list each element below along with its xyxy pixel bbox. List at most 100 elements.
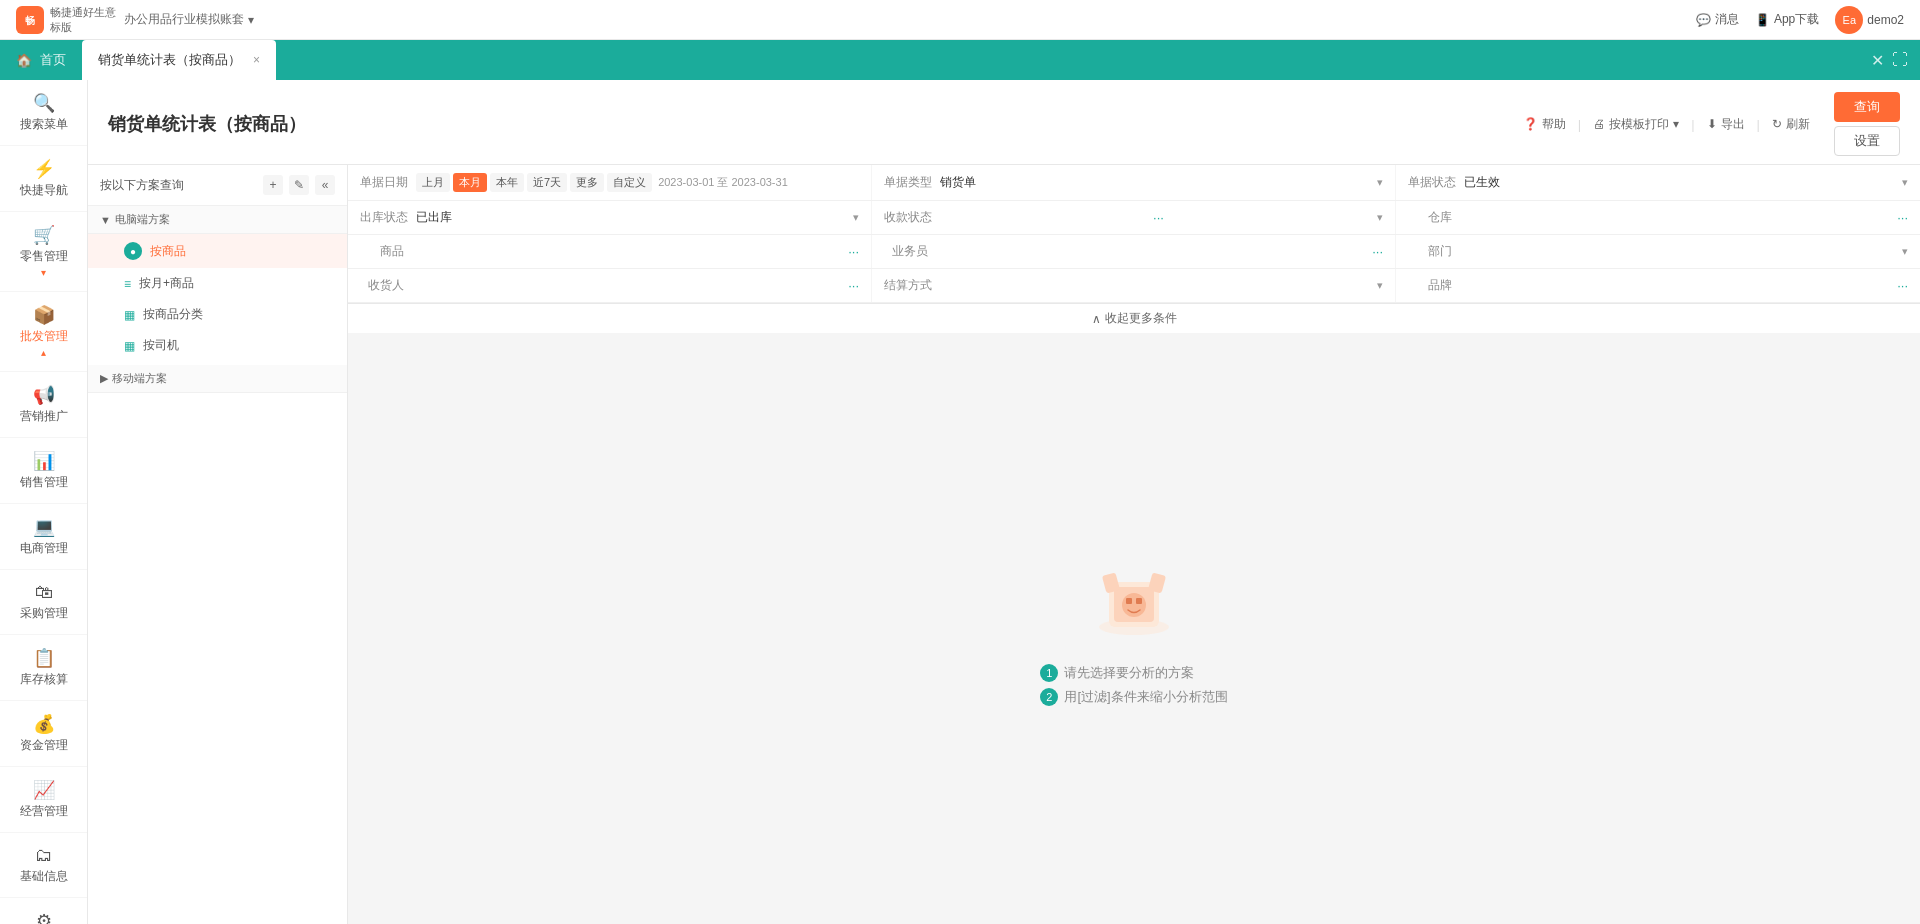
date-tab-last-month[interactable]: 上月 — [416, 173, 450, 192]
out-status-select[interactable]: 已出库 ▾ — [416, 209, 859, 226]
tree-item-by-category[interactable]: ▦ 按商品分类 — [88, 299, 347, 330]
sidebar-item-operations[interactable]: 📈 经营管理 — [0, 767, 87, 833]
product-label: 商品 — [360, 243, 412, 260]
warehouse-dots[interactable]: ··· — [1897, 210, 1908, 225]
date-tab-custom[interactable]: 自定义 — [607, 173, 652, 192]
add-icon: + — [269, 178, 276, 192]
date-tab-current-year[interactable]: 本年 — [490, 173, 524, 192]
date-tab-current-month[interactable]: 本月 — [453, 173, 487, 192]
tree-item-by-month-product[interactable]: ≡ 按月+商品 — [88, 268, 347, 299]
filter-row-4: 收货人 ··· 结算方式 ▾ — [348, 269, 1920, 303]
salesperson-select[interactable]: ··· — [936, 244, 1383, 259]
logo-icon: 畅 — [16, 6, 44, 34]
filter-cell-doc-status: 单据状态 已生效 ▾ — [1396, 165, 1920, 200]
logo-area: 畅 畅捷通好生意 标版 — [16, 5, 116, 34]
query-button[interactable]: 查询 — [1834, 92, 1900, 122]
operations-icon: 📈 — [4, 779, 83, 801]
filter-cell-out-status: 出库状态 已出库 ▾ — [348, 201, 872, 234]
sidebar-item-basic[interactable]: 🗂 基础信息 — [0, 833, 87, 898]
tree-expand-icon: ▼ — [100, 214, 111, 226]
sidebar-item-system[interactable]: ⚙ 系统管理 — [0, 898, 87, 924]
app-download-button[interactable]: 📱 App下载 — [1755, 11, 1819, 28]
svg-rect-7 — [1136, 598, 1142, 604]
tab-active[interactable]: 销货单统计表（按商品） × — [82, 40, 276, 80]
date-tab-more[interactable]: 更多 — [570, 173, 604, 192]
filter-cell-warehouse: 仓库 ··· — [1396, 201, 1920, 234]
dept-select[interactable]: ▾ — [1460, 245, 1908, 258]
message-button[interactable]: 💬 消息 — [1696, 11, 1739, 28]
sidebar-item-finance[interactable]: 💰 资金管理 — [0, 701, 87, 767]
payment-chevron-icon: ▾ — [1377, 279, 1383, 292]
tree-section-desktop[interactable]: ▼ 电脑端方案 — [88, 206, 347, 234]
left-panel-header: 按以下方案查询 + ✎ « — [88, 165, 347, 206]
product-dots[interactable]: ··· — [848, 244, 859, 259]
user-menu[interactable]: Ea demo2 — [1835, 6, 1904, 34]
refresh-button[interactable]: ↻ 刷新 — [1772, 116, 1810, 133]
tab-close-icon[interactable]: × — [253, 53, 260, 67]
empty-state: 1 请先选择要分析的方案 2 用[过滤]条件来缩小分析范围 — [1040, 552, 1227, 706]
left-panel: 按以下方案查询 + ✎ « ▼ — [88, 165, 348, 924]
help-button[interactable]: ❓ 帮助 — [1523, 116, 1566, 133]
filter-cell-doc-type: 单据类型 销货单 ▾ — [872, 165, 1396, 200]
data-panel: 1 请先选择要分析的方案 2 用[过滤]条件来缩小分析范围 — [348, 333, 1920, 924]
collapse-filters-button[interactable]: ∧ 收起更多条件 — [348, 303, 1920, 333]
sidebar-item-retail[interactable]: 🛒 零售管理 ▾ — [0, 212, 87, 292]
export-button[interactable]: ⬇ 导出 — [1707, 116, 1745, 133]
recipient-select[interactable]: ··· — [412, 278, 859, 293]
window-close-button[interactable]: ✕ — [1871, 51, 1884, 70]
left-panel-label: 按以下方案查询 — [100, 177, 184, 194]
brand-label: 品牌 — [1408, 277, 1460, 294]
product-select[interactable]: ··· — [412, 244, 859, 259]
inventory-icon: 📋 — [4, 647, 83, 669]
sidebar-item-wholesale[interactable]: 📦 批发管理 ▴ — [0, 292, 87, 372]
tabbar: 🏠 首页 销货单统计表（按商品） × ✕ ⛶ — [0, 40, 1920, 80]
sidebar-item-marketing[interactable]: 📢 营销推广 — [0, 372, 87, 438]
tree-item-by-product[interactable]: ● 按商品 — [88, 234, 347, 268]
receipt-status-select[interactable]: ··· ▾ — [940, 210, 1383, 225]
svg-point-5 — [1122, 593, 1146, 617]
brand-dots[interactable]: ··· — [1897, 278, 1908, 293]
warehouse-select[interactable]: ··· — [1460, 210, 1908, 225]
brand-select[interactable]: ··· — [1460, 278, 1908, 293]
date-label: 单据日期 — [360, 174, 416, 191]
edit-scheme-button[interactable]: ✎ — [289, 175, 309, 195]
salesperson-dots[interactable]: ··· — [1372, 244, 1383, 259]
basic-icon: 🗂 — [4, 845, 83, 866]
recipient-dots[interactable]: ··· — [848, 278, 859, 293]
doc-type-select[interactable]: 销货单 ▾ — [940, 174, 1383, 191]
date-tabs: 上月 本月 本年 近7天 更多 自定义 — [416, 173, 652, 192]
collapse-panel-button[interactable]: « — [315, 175, 335, 195]
system-icon: ⚙ — [4, 910, 83, 924]
sidebar-item-sales[interactable]: 📊 销售管理 — [0, 438, 87, 504]
sidebar-item-inventory[interactable]: 📋 库存核算 — [0, 635, 87, 701]
add-scheme-button[interactable]: + — [263, 175, 283, 195]
payment-label: 结算方式 — [884, 277, 940, 294]
by-product-icon: ● — [124, 242, 142, 260]
payment-select[interactable]: ▾ — [940, 279, 1383, 292]
body-area: 按以下方案查询 + ✎ « ▼ — [88, 165, 1920, 924]
tree-item-by-printer[interactable]: ▦ 按司机 — [88, 330, 347, 361]
print-button[interactable]: 🖨 按模板打印 ▾ — [1593, 116, 1679, 133]
tab-home[interactable]: 🏠 首页 — [0, 40, 82, 80]
dept-chevron-icon: ▾ — [1902, 245, 1908, 258]
sidebar-item-quick-nav[interactable]: ⚡ 快捷导航 — [0, 146, 87, 212]
page-title: 销货单统计表（按商品） — [108, 112, 306, 136]
window-expand-button[interactable]: ⛶ — [1892, 51, 1908, 70]
message-icon: 💬 — [1696, 13, 1711, 27]
filter-row-3: 商品 ··· 业务员 ··· 部门 — [348, 235, 1920, 269]
sidebar-item-search-menu[interactable]: 🔍 搜索菜单 — [0, 80, 87, 146]
receipt-status-dots[interactable]: ··· — [1153, 210, 1164, 225]
doc-status-select[interactable]: 已生效 ▾ — [1464, 174, 1908, 191]
filter-cell-product: 商品 ··· — [348, 235, 872, 268]
export-icon: ⬇ — [1707, 117, 1717, 131]
sidebar-item-ecommerce[interactable]: 💻 电商管理 — [0, 504, 87, 570]
avatar: Ea — [1835, 6, 1863, 34]
sidebar: 🔍 搜索菜单 ⚡ 快捷导航 🛒 零售管理 ▾ 📦 批发管理 ▴ 📢 营销推广 📊… — [0, 80, 88, 924]
settings-button[interactable]: 设置 — [1834, 126, 1900, 156]
sidebar-item-purchase[interactable]: 🛍 采购管理 — [0, 570, 87, 635]
breadcrumb-chevron[interactable]: ▾ — [248, 13, 254, 27]
receipt-status-chevron-icon: ▾ — [1377, 211, 1383, 224]
printer-icon: ▦ — [124, 339, 135, 353]
tree-section-mobile[interactable]: ▶ 移动端方案 — [88, 365, 347, 393]
date-tab-last7[interactable]: 近7天 — [527, 173, 567, 192]
